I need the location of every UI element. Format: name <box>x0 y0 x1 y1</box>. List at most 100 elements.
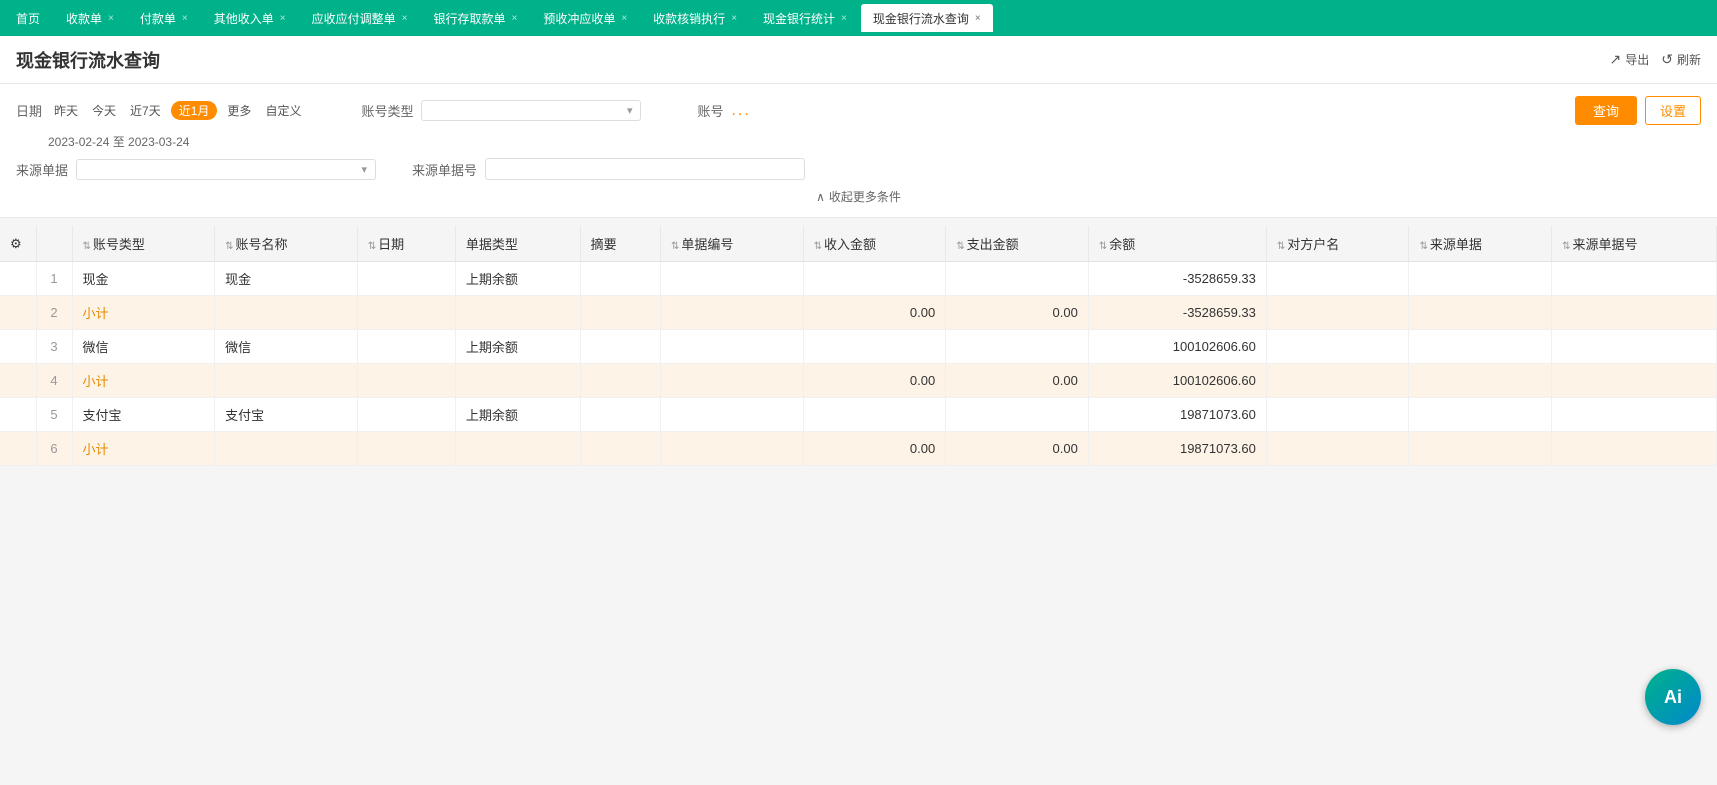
ai-button[interactable]: Ai <box>1645 669 1701 725</box>
cell-doc_no <box>661 398 804 432</box>
col-header-expense[interactable]: ⇅支出金额 <box>946 226 1089 262</box>
col-header-summary: 摘要 <box>580 226 660 262</box>
settings-button[interactable]: 设置 <box>1645 96 1701 125</box>
cell-balance: 19871073.60 <box>1088 432 1266 466</box>
close-tab-icon[interactable]: × <box>511 13 517 24</box>
table-row: 4小计0.000.00100102606.60 <box>0 364 1717 398</box>
table-row: 1现金现金上期余额-3528659.33 <box>0 262 1717 296</box>
cell-summary <box>580 432 660 466</box>
close-tab-icon[interactable]: × <box>182 13 188 24</box>
date-shortcut-近1月[interactable]: 近1月 <box>171 101 218 120</box>
close-tab-icon[interactable]: × <box>108 13 114 24</box>
row-number: 3 <box>36 330 72 364</box>
table-row: 6小计0.000.0019871073.60 <box>0 432 1717 466</box>
col-header-doc_no[interactable]: ⇅单据编号 <box>661 226 804 262</box>
filter-area: 日期 昨天今天近7天近1月更多自定义 账号类型 ▾ 账号 ... 查询 设置 2… <box>0 84 1717 218</box>
cell-account_name: 微信 <box>215 330 358 364</box>
tab-fukuan[interactable]: 付款单× <box>128 4 200 32</box>
cell-doc_no <box>661 330 804 364</box>
tab-qitashouru[interactable]: 其他收入单× <box>202 4 298 32</box>
col-header-account_name[interactable]: ⇅账号名称 <box>215 226 358 262</box>
query-button[interactable]: 查询 <box>1575 96 1637 125</box>
export-button[interactable]: ↗ 导出 <box>1610 51 1650 68</box>
table-row: 2小计0.000.00-3528659.33 <box>0 296 1717 330</box>
date-shortcuts: 昨天今天近7天近1月更多自定义 <box>50 101 305 120</box>
filter-row-1: 日期 昨天今天近7天近1月更多自定义 账号类型 ▾ 账号 ... 查询 设置 <box>16 96 1701 125</box>
gear-icon[interactable]: ⚙ <box>10 236 22 251</box>
date-shortcut-近7天[interactable]: 近7天 <box>126 101 165 120</box>
source-doc-filter: 来源单据 ▾ <box>16 159 376 180</box>
date-shortcut-昨天[interactable]: 昨天 <box>50 101 82 120</box>
sort-arrows: ⇅ <box>814 241 822 252</box>
cell-account_type: 微信 <box>72 330 215 364</box>
collapse-up-icon: ∧ <box>816 190 825 204</box>
cell-counterparty <box>1266 432 1409 466</box>
col-header-counterparty[interactable]: ⇅对方户名 <box>1266 226 1409 262</box>
close-tab-icon[interactable]: × <box>280 13 286 24</box>
cell-balance: 19871073.60 <box>1088 398 1266 432</box>
date-shortcut-自定义[interactable]: 自定义 <box>261 101 305 120</box>
tab-liushui[interactable]: 现金银行流水查询× <box>861 4 993 32</box>
top-nav: 首页 收款单×付款单×其他收入单×应收应付调整单×银行存取款单×预收冲应收单×收… <box>0 0 1717 36</box>
sort-arrows: ⇅ <box>1277 241 1285 252</box>
col-header-date[interactable]: ⇅日期 <box>357 226 455 262</box>
close-tab-icon[interactable]: × <box>975 13 981 24</box>
close-tab-icon[interactable]: × <box>841 13 847 24</box>
cell-source_doc <box>1409 364 1552 398</box>
source-doc-select[interactable]: ▾ <box>76 159 376 180</box>
cell-date <box>357 296 455 330</box>
table-container: ⚙⇅账号类型⇅账号名称⇅日期单据类型摘要⇅单据编号⇅收入金额⇅支出金额⇅余额⇅对… <box>0 226 1717 466</box>
tab-shoukuanhexiao[interactable]: 收款核销执行× <box>641 4 749 32</box>
tab-yushouchongying[interactable]: 预收冲应收单× <box>531 4 639 32</box>
col-header-balance[interactable]: ⇅余额 <box>1088 226 1266 262</box>
cell-doc_type: 上期余额 <box>455 262 580 296</box>
account-dots-button[interactable]: ... <box>731 102 750 120</box>
source-doc-no-input[interactable] <box>485 158 805 180</box>
collapse-bar[interactable]: ∧ 收起更多条件 <box>16 188 1701 205</box>
cell-date <box>357 432 455 466</box>
tab-yinhangcunqu[interactable]: 银行存取款单× <box>421 4 529 32</box>
col-header-source_doc_no[interactable]: ⇅来源单据号 <box>1552 226 1717 262</box>
cell-account_type: 小计 <box>72 432 215 466</box>
tab-shoukuan[interactable]: 收款单× <box>54 4 126 32</box>
cell-summary <box>580 296 660 330</box>
cell-expense <box>946 262 1089 296</box>
filter-buttons: 查询 设置 <box>1575 96 1701 125</box>
cell-income <box>803 262 946 296</box>
cell-income: 0.00 <box>803 296 946 330</box>
col-header-income[interactable]: ⇅收入金额 <box>803 226 946 262</box>
cell-doc_no <box>661 364 804 398</box>
tab-yingshouyingfu[interactable]: 应收应付调整单× <box>300 4 420 32</box>
cell-date <box>357 398 455 432</box>
date-shortcut-更多[interactable]: 更多 <box>223 101 255 120</box>
account-type-select[interactable]: ▾ <box>421 100 641 121</box>
col-header-source_doc[interactable]: ⇅来源单据 <box>1409 226 1552 262</box>
cell-account_type: 小计 <box>72 364 215 398</box>
source-doc-no-label: 来源单据号 <box>412 160 477 179</box>
close-tab-icon[interactable]: × <box>402 13 408 24</box>
tab-xianjinyinhang[interactable]: 现金银行统计× <box>751 4 859 32</box>
refresh-icon: ↺ <box>1661 51 1673 68</box>
col-header-account_type[interactable]: ⇅账号类型 <box>72 226 215 262</box>
page-header: 现金银行流水查询 ↗ 导出 ↺ 刷新 <box>0 36 1717 84</box>
date-label: 日期 <box>16 101 42 120</box>
date-shortcut-今天[interactable]: 今天 <box>88 101 120 120</box>
cell-account_name <box>215 432 358 466</box>
cell-date <box>357 262 455 296</box>
row-number: 2 <box>36 296 72 330</box>
table-row: 3微信微信上期余额100102606.60 <box>0 330 1717 364</box>
close-tab-icon[interactable]: × <box>621 13 627 24</box>
sort-arrows: ⇅ <box>368 241 376 252</box>
data-table: ⚙⇅账号类型⇅账号名称⇅日期单据类型摘要⇅单据编号⇅收入金额⇅支出金额⇅余额⇅对… <box>0 226 1717 466</box>
col-header-row_num <box>36 226 72 262</box>
nav-home[interactable]: 首页 <box>4 10 52 27</box>
collapse-label: 收起更多条件 <box>829 188 901 205</box>
cell-balance: 100102606.60 <box>1088 330 1266 364</box>
cell-date <box>357 330 455 364</box>
nav-tabs: 收款单×付款单×其他收入单×应收应付调整单×银行存取款单×预收冲应收单×收款核销… <box>54 4 993 32</box>
date-filter: 日期 昨天今天近7天近1月更多自定义 <box>16 101 305 120</box>
refresh-button[interactable]: ↺ 刷新 <box>1661 51 1701 68</box>
cell-balance: -3528659.33 <box>1088 262 1266 296</box>
close-tab-icon[interactable]: × <box>731 13 737 24</box>
cell-source_doc_no <box>1552 296 1717 330</box>
